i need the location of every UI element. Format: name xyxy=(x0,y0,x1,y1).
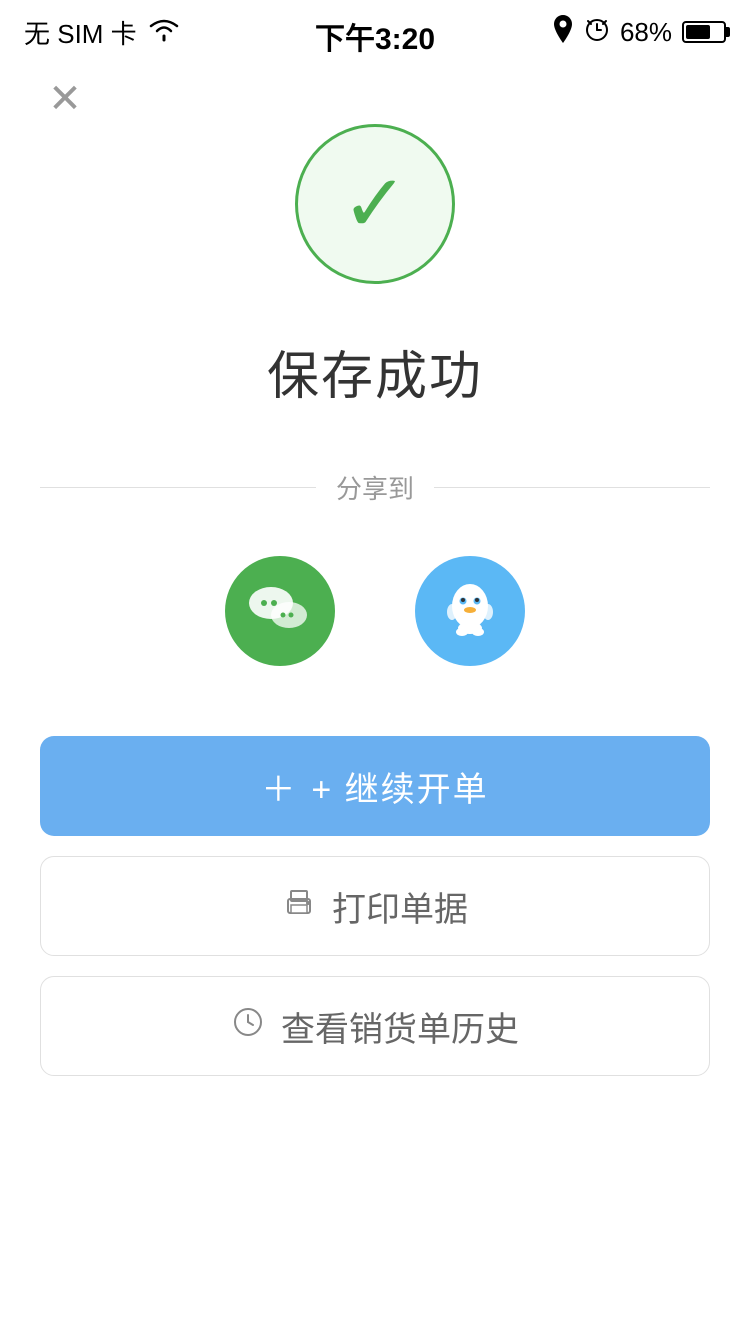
success-circle: ✓ xyxy=(295,124,455,284)
divider-line-left xyxy=(40,487,316,488)
battery-icon xyxy=(682,21,726,43)
checkmark-icon: ✓ xyxy=(341,164,408,244)
share-icons xyxy=(40,556,710,666)
share-section: 分享到 xyxy=(0,469,750,666)
status-bar: 无 SIM 卡 下午3:20 68% xyxy=(0,0,750,64)
print-label: 打印单据 xyxy=(332,882,468,931)
battery-percent-text: 68% xyxy=(620,17,672,48)
continue-plus-icon: ＋ xyxy=(261,762,295,811)
history-icon xyxy=(231,1005,265,1048)
close-icon: ✕ xyxy=(48,79,82,119)
qq-share-button[interactable] xyxy=(415,556,525,666)
status-left: 无 SIM 卡 xyxy=(24,14,181,51)
close-button[interactable]: ✕ xyxy=(40,74,90,124)
wifi-icon xyxy=(147,16,181,49)
main-content: ✓ 保存成功 分享到 xyxy=(0,64,750,1076)
continue-label: + 继续开单 xyxy=(311,762,488,811)
alarm-icon xyxy=(584,16,610,49)
history-button[interactable]: 查看销货单历史 xyxy=(40,976,710,1076)
status-right: 68% xyxy=(552,15,726,50)
continue-button[interactable]: ＋ + 继续开单 xyxy=(40,736,710,836)
print-button[interactable]: 打印单据 xyxy=(40,856,710,956)
print-icon xyxy=(282,885,316,928)
divider-line-right xyxy=(434,487,710,488)
share-label: 分享到 xyxy=(316,469,434,506)
success-title: 保存成功 xyxy=(267,334,483,409)
location-icon xyxy=(552,15,574,50)
action-buttons: ＋ + 继续开单 打印单据 查看销货单历 xyxy=(0,736,750,1076)
history-label: 查看销货单历史 xyxy=(281,1002,519,1051)
share-divider: 分享到 xyxy=(40,469,710,506)
wechat-share-button[interactable] xyxy=(225,556,335,666)
status-time: 下午3:20 xyxy=(315,14,435,58)
no-sim-text: 无 SIM 卡 xyxy=(24,14,137,51)
